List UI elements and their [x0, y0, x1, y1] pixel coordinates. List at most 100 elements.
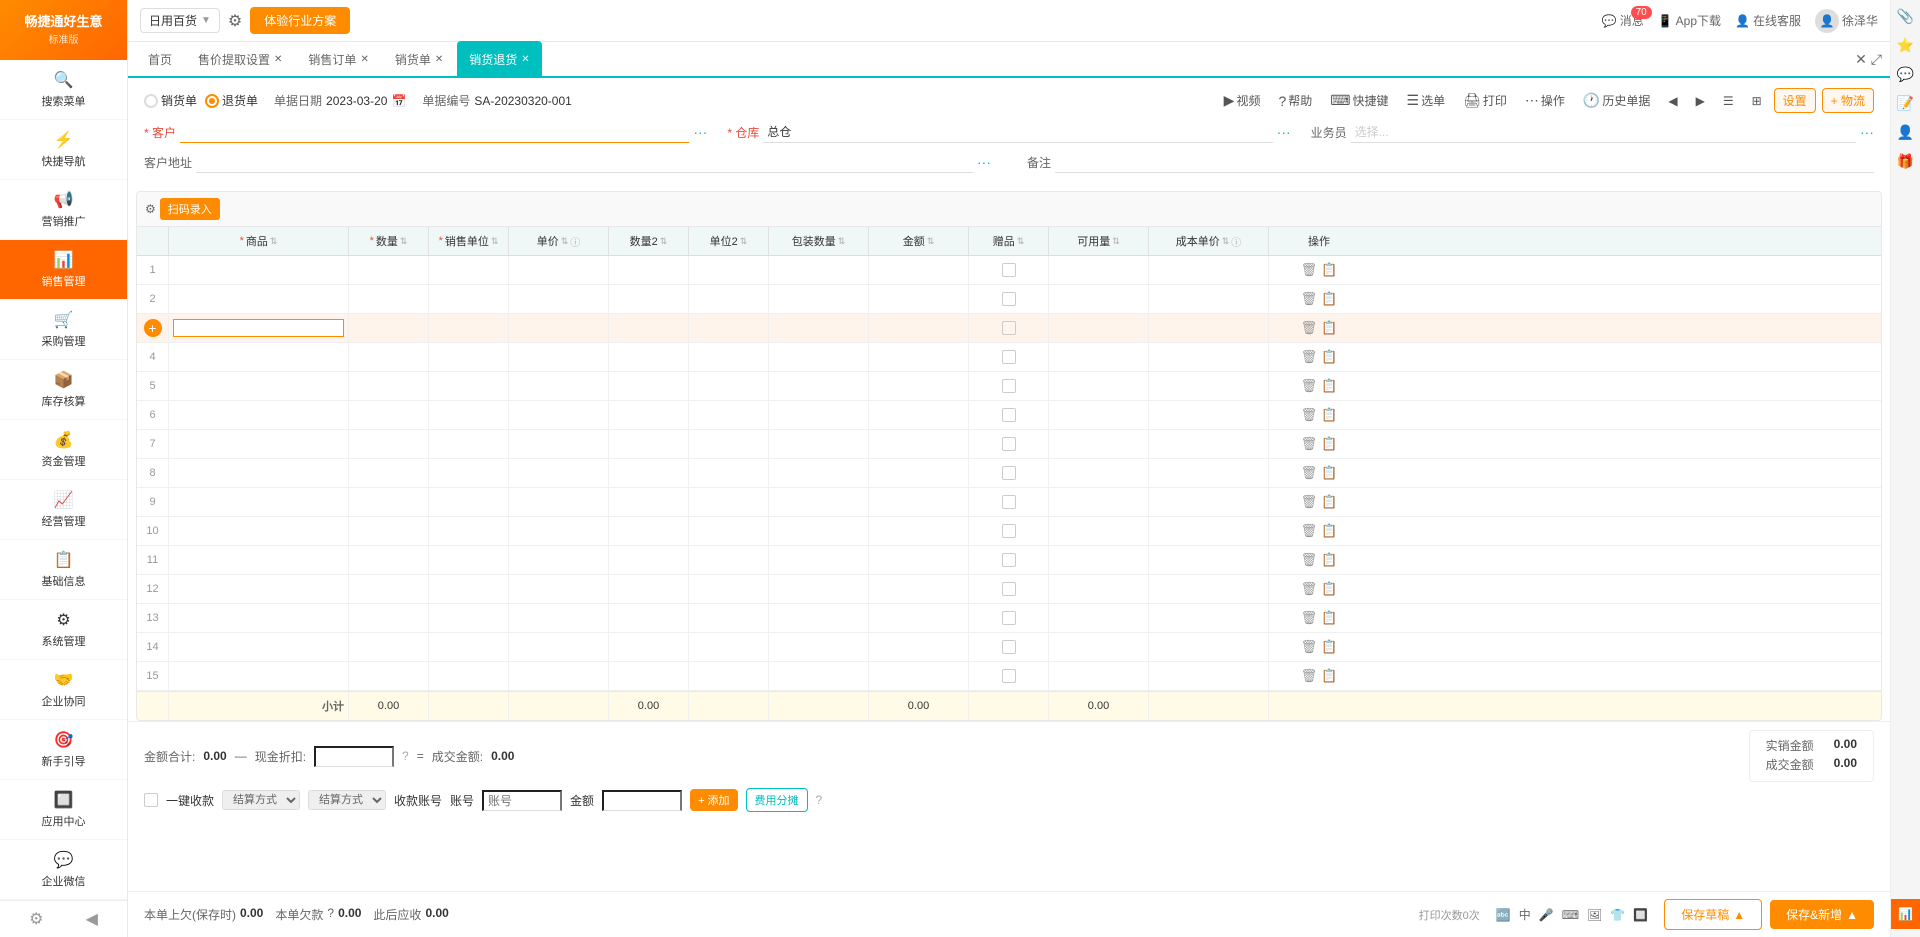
copy-row-btn-7[interactable]: 📋	[1321, 436, 1337, 452]
tab-close-1[interactable]: ✕	[274, 54, 282, 65]
attachment-icon[interactable]: 📎	[1897, 8, 1914, 25]
calendar-icon[interactable]: 📅	[391, 94, 406, 108]
cell-5-2[interactable]	[349, 372, 429, 400]
cell-7-3[interactable]	[429, 430, 509, 458]
available-cell-11[interactable]	[1049, 546, 1149, 574]
cost-price-cell-1[interactable]	[1149, 256, 1269, 284]
gift-cell-10[interactable]	[969, 517, 1049, 545]
warehouse-input[interactable]: 总仓	[763, 121, 1272, 143]
product-cell-14[interactable]	[169, 633, 349, 661]
available-cell-6[interactable]	[1049, 401, 1149, 429]
table-row-7[interactable]: 7 🗑 📋	[137, 430, 1881, 459]
cost-price-cell-9[interactable]	[1149, 488, 1269, 516]
add-logistics-btn[interactable]: + 物流	[1822, 88, 1874, 113]
copy-row-btn-4[interactable]: 📋	[1321, 349, 1337, 365]
amount-input[interactable]	[602, 790, 682, 811]
copy-row-btn-6[interactable]: 📋	[1321, 407, 1337, 423]
tab-4[interactable]: 销货退货✕	[457, 41, 541, 77]
gift-checkbox-11[interactable]	[1002, 553, 1016, 567]
cell-4-2[interactable]	[349, 343, 429, 371]
cell-12-4[interactable]	[509, 575, 609, 603]
address-input[interactable]	[196, 151, 973, 173]
cost-price-cell-15[interactable]	[1149, 662, 1269, 690]
cell-8-2[interactable]	[349, 459, 429, 487]
available-cell-13[interactable]	[1049, 604, 1149, 632]
cell-4-6[interactable]	[689, 343, 769, 371]
cell-9-4[interactable]	[509, 488, 609, 516]
available-cell-14[interactable]	[1049, 633, 1149, 661]
delete-row-btn-11[interactable]: 🗑	[1301, 552, 1318, 568]
gift-cell-5[interactable]	[969, 372, 1049, 400]
product-cell-12[interactable]	[169, 575, 349, 603]
cash-discount-help-icon[interactable]: ?	[402, 749, 409, 763]
nav-next-btn[interactable]: ▶	[1690, 92, 1711, 110]
product-cell-10[interactable]	[169, 517, 349, 545]
cost-price-cell-4[interactable]	[1149, 343, 1269, 371]
cell-8-5[interactable]	[609, 459, 689, 487]
cell-15-3[interactable]	[429, 662, 509, 690]
delete-row-btn-3[interactable]: 🗑	[1301, 320, 1318, 336]
scan-btn[interactable]: 扫码录入	[160, 198, 220, 220]
table-row-5[interactable]: 5 🗑 📋	[137, 372, 1881, 401]
info-icon-11[interactable]: ⓘ	[1231, 234, 1241, 249]
gift-cell-1[interactable]	[969, 256, 1049, 284]
gift-cell-11[interactable]	[969, 546, 1049, 574]
cell-11-2[interactable]	[349, 546, 429, 574]
table-row-14[interactable]: 14 🗑 📋	[137, 633, 1881, 662]
sidebar-item-purchase[interactable]: 🛒 采购管理	[0, 300, 127, 360]
sort-icon-6[interactable]: ⇅	[740, 236, 748, 247]
table-row-12[interactable]: 12 🗑 📋	[137, 575, 1881, 604]
cash-discount-input[interactable]	[314, 746, 394, 767]
toolbar-icon-4[interactable]: ⌨	[1562, 908, 1579, 922]
delete-row-btn-4[interactable]: 🗑	[1301, 349, 1318, 365]
cost-price-cell-7[interactable]	[1149, 430, 1269, 458]
cell-1-8[interactable]	[869, 256, 969, 284]
sidebar-item-apps[interactable]: 🔲 应用中心	[0, 780, 127, 840]
cell-12-8[interactable]	[869, 575, 969, 603]
copy-row-btn-15[interactable]: 📋	[1321, 668, 1337, 684]
table-row-4[interactable]: 4 🗑 📋	[137, 343, 1881, 372]
close-tab-icon[interactable]: ✕	[1855, 51, 1867, 68]
product-cell-1[interactable]	[169, 256, 349, 284]
delete-row-btn-10[interactable]: 🗑	[1301, 523, 1318, 539]
table-row-8[interactable]: 8 🗑 📋	[137, 459, 1881, 488]
warehouse-more-icon[interactable]: ···	[1277, 124, 1291, 140]
cell-2-2[interactable]	[349, 285, 429, 313]
table-row-9[interactable]: 9 🗑 📋	[137, 488, 1881, 517]
toolbar-icon-1[interactable]: 🔤	[1496, 908, 1511, 922]
radio-sales[interactable]: 销货单	[144, 92, 197, 109]
cell-1-3[interactable]	[429, 256, 509, 284]
cell-15-8[interactable]	[869, 662, 969, 690]
gift-cell-14[interactable]	[969, 633, 1049, 661]
cell-3-8[interactable]	[869, 314, 969, 342]
view-list-btn[interactable]: ☰	[1717, 92, 1740, 110]
cell-2-5[interactable]	[609, 285, 689, 313]
gift-checkbox-6[interactable]	[1002, 408, 1016, 422]
cell-14-6[interactable]	[689, 633, 769, 661]
salesperson-more-icon[interactable]: ···	[1860, 124, 1874, 140]
sort-icon-1[interactable]: ⇅	[270, 236, 278, 247]
cell-4-5[interactable]	[609, 343, 689, 371]
star-icon[interactable]: ⭐	[1897, 37, 1914, 54]
help-btn[interactable]: ? 帮助	[1272, 90, 1318, 111]
table-row-6[interactable]: 6 🗑 📋	[137, 401, 1881, 430]
copy-row-btn-1[interactable]: 📋	[1321, 262, 1337, 278]
gift-cell-4[interactable]	[969, 343, 1049, 371]
cell-15-6[interactable]	[689, 662, 769, 690]
message-icon[interactable]: 💬	[1897, 66, 1914, 83]
copy-row-btn-11[interactable]: 📋	[1321, 552, 1337, 568]
cell-12-2[interactable]	[349, 575, 429, 603]
cell-10-7[interactable]	[769, 517, 869, 545]
experience-btn[interactable]: 体验行业方案	[250, 7, 350, 34]
sort-icon-7[interactable]: ⇅	[838, 236, 846, 247]
sort-icon-11[interactable]: ⇅	[1222, 236, 1230, 247]
cell-7-7[interactable]	[769, 430, 869, 458]
settings-config-btn[interactable]: 设置	[1774, 88, 1816, 113]
sidebar-item-wechat[interactable]: 💬 企业微信	[0, 840, 127, 900]
copy-row-btn-3[interactable]: 📋	[1321, 320, 1337, 336]
cell-6-5[interactable]	[609, 401, 689, 429]
sort-icon-4[interactable]: ⇅	[561, 236, 569, 247]
cell-7-4[interactable]	[509, 430, 609, 458]
save-draft-btn[interactable]: 保存草稿 ▲	[1664, 899, 1762, 930]
settings-gear-icon[interactable]: ⚙	[145, 202, 156, 216]
